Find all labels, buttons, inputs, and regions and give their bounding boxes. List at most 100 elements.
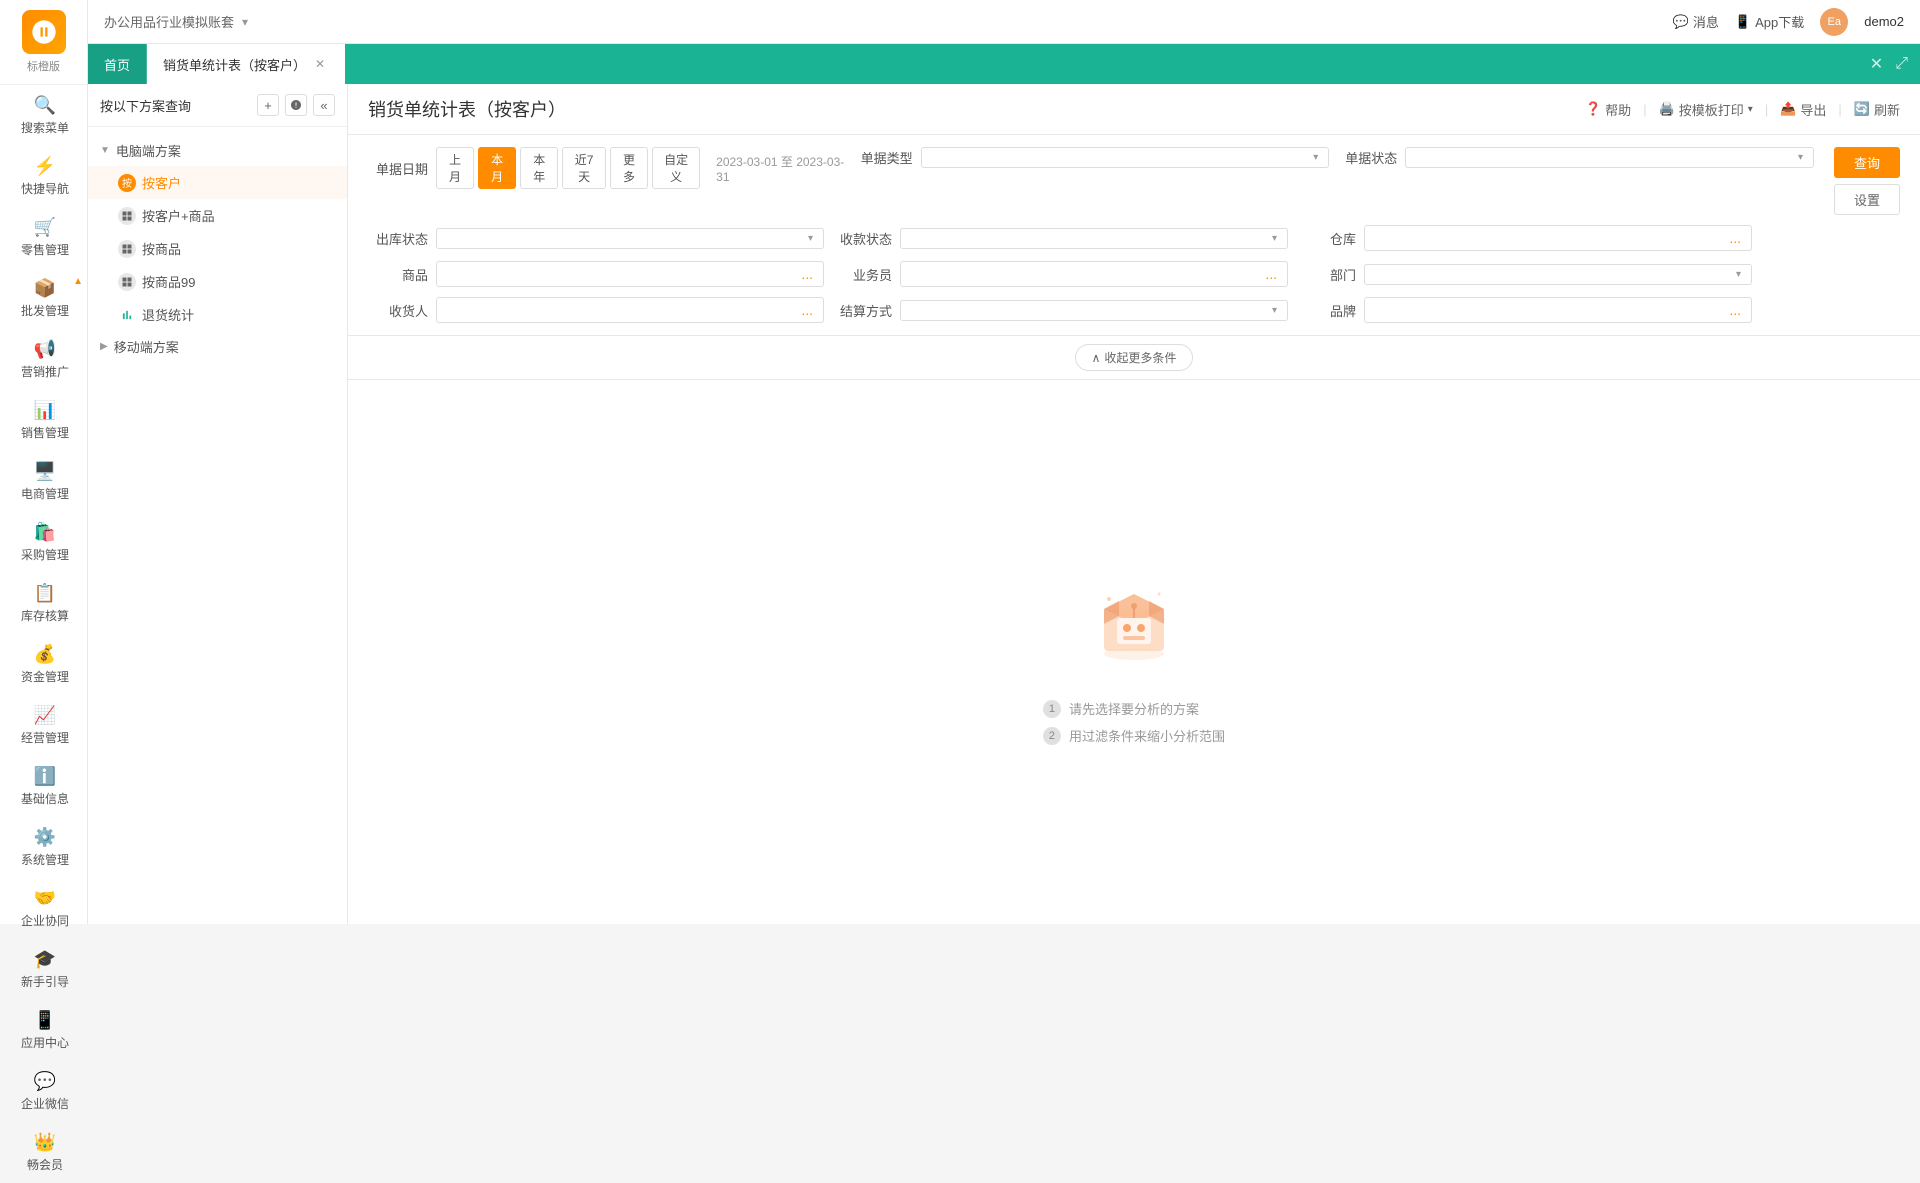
sidebar-item-app[interactable]: 📱 应用中心 [0, 1000, 87, 1061]
wechat-icon: 💬 [34, 1071, 56, 1092]
sidebar-operation-label: 经营管理 [21, 729, 69, 746]
warehouse-more-icon[interactable]: ... [1729, 230, 1741, 246]
sidebar-item-ecommerce[interactable]: 🖥️ 电商管理 [0, 451, 87, 512]
dept-select[interactable]: ▾ [1364, 264, 1752, 285]
divider3: | [1838, 102, 1841, 117]
warehouse-label: 仓库 [1296, 229, 1356, 248]
tab-home-label: 首页 [104, 55, 130, 74]
tree-item-return-stat[interactable]: 退货统计 [88, 298, 347, 331]
sidebar-basic-label: 基础信息 [21, 790, 69, 807]
tab-close-icon[interactable]: ✕ [312, 56, 328, 72]
sidebar-item-search[interactable]: 🔍 搜索菜单 [0, 85, 87, 146]
sidebar-item-wholesale[interactable]: 📦 批发管理 ▲ [0, 268, 87, 329]
logo-label: 标橙版 [27, 58, 60, 74]
logo-area: 标橙版 [0, 0, 87, 85]
brand-input[interactable]: ... [1364, 297, 1752, 323]
sidebar-item-member[interactable]: 👑 畅会员 [0, 1122, 87, 1183]
app-download-label: App下载 [1755, 12, 1804, 31]
receipt-status-select[interactable]: ▾ [900, 228, 1288, 249]
date-custom-btn[interactable]: 自定义 [652, 147, 700, 189]
help-label: 帮助 [1605, 100, 1631, 119]
app-icon: 📱 [34, 1010, 56, 1031]
tree-item-by-product[interactable]: 按商品 [88, 232, 347, 265]
sidebar-item-guide[interactable]: 🎓 新手引导 [0, 939, 87, 1000]
tab-expand-icon[interactable]: ⤢ [1895, 55, 1908, 73]
app-download-btn[interactable]: 📱 App下载 [1735, 12, 1804, 31]
date-last7-btn[interactable]: 近7天 [562, 147, 606, 189]
scheme-add-btn[interactable]: + [257, 94, 279, 116]
date-this-month-btn[interactable]: 本月 [478, 147, 516, 189]
print-btn[interactable]: 🖨️ 按模板打印 ▾ [1659, 100, 1753, 119]
date-this-year-btn[interactable]: 本年 [520, 147, 558, 189]
sidebar-retail-label: 零售管理 [21, 241, 69, 258]
filter-area: 单据日期 上月 本月 本年 近7天 更多 自定义 2023-03-01 至 20… [348, 135, 1920, 336]
user-avatar[interactable]: Ea [1820, 8, 1848, 36]
reset-btn[interactable]: 设置 [1834, 184, 1900, 215]
receiver-label: 收货人 [368, 301, 428, 320]
settle-method-select[interactable]: ▾ [900, 300, 1288, 321]
doc-type-select[interactable]: ▾ [921, 147, 1330, 168]
search-icon: 🔍 [34, 95, 56, 116]
tree-item-by-product99[interactable]: 按商品99 [88, 265, 347, 298]
system-icon: ⚙️ [34, 827, 56, 848]
salesperson-input[interactable]: ... [900, 261, 1288, 287]
sidebar-item-wechat[interactable]: 💬 企业微信 [0, 1061, 87, 1122]
tree-item-customer-product-label: 按客户+商品 [142, 206, 215, 225]
query-btn[interactable]: 查询 [1834, 147, 1900, 178]
sidebar-item-quick-nav[interactable]: ⚡ 快捷导航 [0, 146, 87, 207]
user-name[interactable]: demo2 [1864, 14, 1904, 29]
sidebar-item-inventory[interactable]: 📋 库存核算 [0, 573, 87, 634]
sidebar-item-cooperation[interactable]: 🤝 企业协同 [0, 878, 87, 939]
date-more-btn[interactable]: 更多 [610, 147, 648, 189]
page-title: 销货单统计表（按客户） [368, 96, 566, 122]
product-input[interactable]: ... [436, 261, 824, 287]
cooperation-icon: 🤝 [34, 888, 56, 909]
product-more-icon[interactable]: ... [801, 266, 813, 282]
out-status-select[interactable]: ▾ [436, 228, 824, 249]
settle-method-arrow: ▾ [1272, 305, 1277, 316]
doc-status-select[interactable]: ▾ [1405, 147, 1814, 168]
sidebar-item-marketing[interactable]: 📢 营销推广 [0, 329, 87, 390]
sidebar-item-purchase[interactable]: 🛍️ 采购管理 [0, 512, 87, 573]
brand-more-icon[interactable]: ... [1729, 302, 1741, 318]
refresh-btn[interactable]: 🔄 刷新 [1854, 100, 1900, 119]
tab-home[interactable]: 首页 [88, 44, 147, 84]
tree-mobile-arrow: ▶ [100, 341, 108, 352]
salesperson-more-icon[interactable]: ... [1265, 266, 1277, 282]
scheme-edit-btn[interactable] [285, 94, 307, 116]
sidebar-item-finance[interactable]: 💰 资金管理 [0, 634, 87, 695]
header-dropdown-icon[interactable]: ▾ [242, 15, 248, 29]
sidebar-item-basic[interactable]: ℹ️ 基础信息 [0, 756, 87, 817]
top-header: 办公用品行业模拟账套 ▾ 💬 消息 📱 App下载 Ea demo2 [88, 0, 1920, 44]
content-area: 按以下方案查询 + « ▼ 电脑端方案 按 [88, 84, 1920, 924]
sidebar-item-retail[interactable]: 🛒 零售管理 [0, 207, 87, 268]
action-buttons: 查询 设置 [1834, 147, 1900, 215]
tree-group-mobile-header[interactable]: ▶ 移动端方案 [88, 331, 347, 362]
collapse-btn[interactable]: ∧ 收起更多条件 [1075, 344, 1194, 371]
receiver-input[interactable]: ... [436, 297, 824, 323]
date-last-month-btn[interactable]: 上月 [436, 147, 474, 189]
date-label: 单据日期 [368, 159, 428, 178]
sidebar-item-system[interactable]: ⚙️ 系统管理 [0, 817, 87, 878]
sidebar-app-label: 应用中心 [21, 1034, 69, 1051]
tab-close-all-icon[interactable]: ✕ [1870, 54, 1883, 74]
sidebar-cooperation-label: 企业协同 [21, 912, 69, 929]
scheme-collapse-btn[interactable]: « [313, 94, 335, 116]
tree-item-return-stat-label: 退货统计 [142, 305, 194, 324]
sidebar-item-sales[interactable]: 📊 销售管理 [0, 390, 87, 451]
help-btn[interactable]: ❓ 帮助 [1585, 100, 1631, 119]
message-btn[interactable]: 💬 消息 [1673, 12, 1719, 31]
page-header: 销货单统计表（按客户） ❓ 帮助 | 🖨️ 按模板打印 ▾ | 📤 [348, 84, 1920, 135]
header-left: 办公用品行业模拟账套 ▾ [104, 12, 248, 31]
tree-group-desktop-header[interactable]: ▼ 电脑端方案 [88, 135, 347, 166]
warehouse-input[interactable]: ... [1364, 225, 1752, 251]
sidebar-item-operation[interactable]: 📈 经营管理 [0, 695, 87, 756]
tree-item-customer-product[interactable]: 按客户+商品 [88, 199, 347, 232]
receipt-status-label: 收款状态 [832, 229, 892, 248]
export-btn[interactable]: 📤 导出 [1780, 100, 1826, 119]
right-content: 销货单统计表（按客户） ❓ 帮助 | 🖨️ 按模板打印 ▾ | 📤 [348, 84, 1920, 924]
receiver-more-icon[interactable]: ... [801, 302, 813, 318]
tip-num-1: 1 [1043, 700, 1061, 718]
tab-sales-stat[interactable]: 销货单统计表（按客户） ✕ [147, 44, 345, 84]
tree-item-by-customer[interactable]: 按 按客户 [88, 166, 347, 199]
